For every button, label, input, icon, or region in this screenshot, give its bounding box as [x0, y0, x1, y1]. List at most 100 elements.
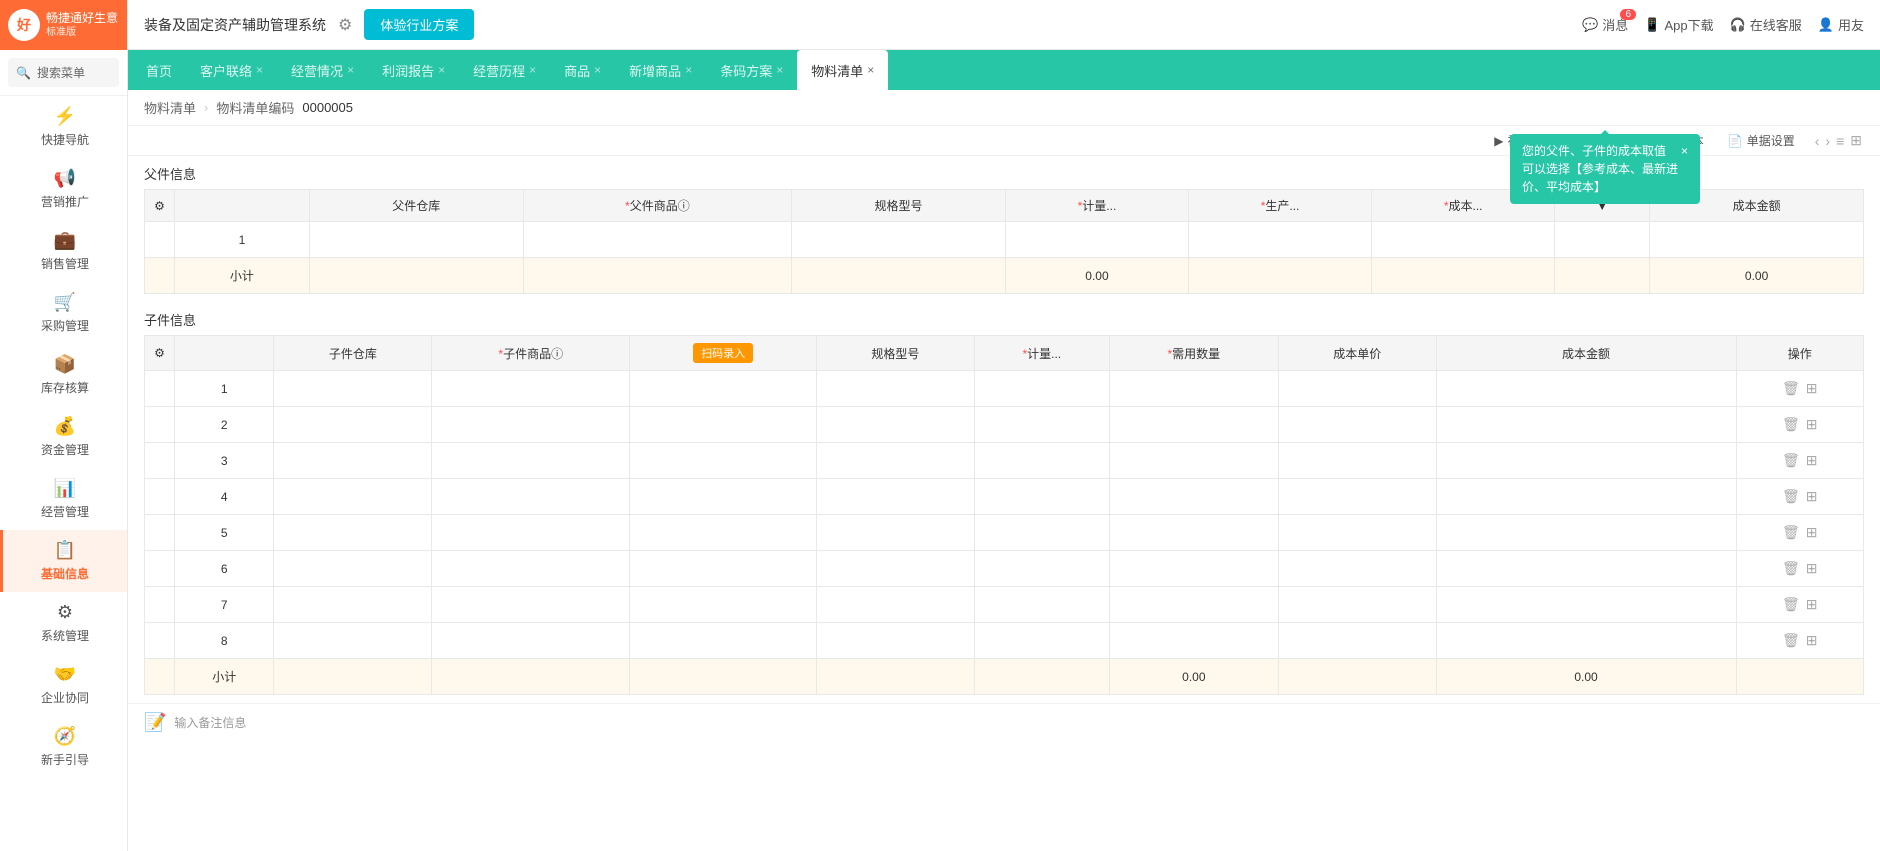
- nav-tab-close-2[interactable]: ×: [347, 63, 354, 77]
- child-row-unit[interactable]: [974, 515, 1109, 551]
- online-service-action[interactable]: 🎧 在线客服: [1730, 15, 1802, 34]
- delete-icon[interactable]: 🗑: [1782, 632, 1800, 649]
- nav-tab-close-3[interactable]: ×: [438, 63, 445, 77]
- nav-tab-8[interactable]: 物料清单 ×: [797, 50, 888, 90]
- child-row-qty[interactable]: [1109, 587, 1278, 623]
- scan-button[interactable]: 扫码录入: [693, 343, 753, 363]
- delete-icon[interactable]: 🗑: [1782, 452, 1800, 469]
- child-row-warehouse[interactable]: [274, 623, 432, 659]
- child-row-product[interactable]: [432, 371, 630, 407]
- message-action[interactable]: 💬 消息 6: [1582, 15, 1628, 34]
- sidebar-item-marketing[interactable]: 📢 营销推广: [0, 158, 127, 220]
- child-row-warehouse[interactable]: [274, 371, 432, 407]
- delete-icon[interactable]: 🗑: [1782, 380, 1800, 397]
- child-row-warehouse[interactable]: [274, 551, 432, 587]
- child-row-spec[interactable]: [817, 407, 975, 443]
- child-row-warehouse[interactable]: [274, 443, 432, 479]
- nav-tab-4[interactable]: 经营历程 ×: [459, 50, 550, 90]
- sidebar-item-purchase[interactable]: 🛒 采购管理: [0, 282, 127, 344]
- nav-tab-close-7[interactable]: ×: [776, 63, 783, 77]
- delete-icon[interactable]: 🗑: [1782, 488, 1800, 505]
- child-row-unit[interactable]: [974, 551, 1109, 587]
- child-row-spec[interactable]: [817, 479, 975, 515]
- search-menu-button[interactable]: 🔍 搜索菜单: [8, 58, 119, 87]
- copy-icon[interactable]: ⊞: [1806, 488, 1818, 505]
- copy-icon[interactable]: ⊞: [1806, 632, 1818, 649]
- nav-tab-0[interactable]: 首页: [132, 50, 186, 90]
- parent-row-spec[interactable]: [792, 222, 1006, 258]
- tooltip-close-button[interactable]: ×: [1681, 142, 1688, 160]
- child-row-unit[interactable]: [974, 623, 1109, 659]
- child-row-qty[interactable]: [1109, 407, 1278, 443]
- child-row-product[interactable]: [432, 515, 630, 551]
- copy-icon[interactable]: ⊞: [1806, 560, 1818, 577]
- nav-next-icon[interactable]: ›: [1823, 133, 1832, 149]
- sidebar-item-inventory[interactable]: 📦 库存核算: [0, 344, 127, 406]
- child-row-warehouse[interactable]: [274, 479, 432, 515]
- child-row-warehouse[interactable]: [274, 407, 432, 443]
- delete-icon[interactable]: 🗑: [1782, 596, 1800, 613]
- child-row-qty[interactable]: [1109, 551, 1278, 587]
- sidebar-item-basic-info[interactable]: 📋 基础信息: [0, 530, 127, 592]
- single-settings-button[interactable]: 📄 单据设置: [1722, 130, 1801, 151]
- nav-tab-close-4[interactable]: ×: [529, 63, 536, 77]
- child-row-product[interactable]: [432, 479, 630, 515]
- child-row-qty[interactable]: [1109, 443, 1278, 479]
- child-row-spec[interactable]: [817, 623, 975, 659]
- nav-tab-6[interactable]: 新增商品 ×: [615, 50, 706, 90]
- nav-tab-2[interactable]: 经营情况 ×: [277, 50, 368, 90]
- nav-tab-7[interactable]: 条码方案 ×: [706, 50, 797, 90]
- child-col-settings[interactable]: ⚙: [145, 336, 175, 371]
- sidebar-item-finance[interactable]: 💰 资金管理: [0, 406, 127, 468]
- nav-more-icon[interactable]: ≡: [1834, 133, 1846, 149]
- parent-row-warehouse[interactable]: [309, 222, 523, 258]
- parent-col-settings[interactable]: ⚙: [145, 190, 175, 222]
- copy-icon[interactable]: ⊞: [1806, 524, 1818, 541]
- nav-tab-close-6[interactable]: ×: [685, 63, 692, 77]
- app-download-action[interactable]: 📱 App下载: [1644, 15, 1713, 34]
- child-row-product[interactable]: [432, 551, 630, 587]
- child-row-unit[interactable]: [974, 407, 1109, 443]
- nav-tab-close-5[interactable]: ×: [594, 63, 601, 77]
- copy-icon[interactable]: ⊞: [1806, 380, 1818, 397]
- copy-icon[interactable]: ⊞: [1806, 596, 1818, 613]
- child-row-product[interactable]: [432, 407, 630, 443]
- nav-tab-close-8[interactable]: ×: [867, 63, 874, 77]
- sidebar-item-guide[interactable]: 🧭 新手引导: [0, 716, 127, 778]
- sidebar-item-system[interactable]: ⚙ 系统管理: [0, 592, 127, 654]
- child-row-product[interactable]: [432, 443, 630, 479]
- copy-icon[interactable]: ⊞: [1806, 452, 1818, 469]
- child-row-unit[interactable]: [974, 587, 1109, 623]
- copy-icon[interactable]: ⊞: [1806, 416, 1818, 433]
- child-row-spec[interactable]: [817, 551, 975, 587]
- child-row-qty[interactable]: [1109, 515, 1278, 551]
- child-row-spec[interactable]: [817, 371, 975, 407]
- delete-icon[interactable]: 🗑: [1782, 416, 1800, 433]
- child-row-spec[interactable]: [817, 587, 975, 623]
- child-row-unit[interactable]: [974, 371, 1109, 407]
- nav-tab-close-1[interactable]: ×: [256, 63, 263, 77]
- delete-icon[interactable]: 🗑: [1782, 524, 1800, 541]
- user-action[interactable]: 👤 用友: [1818, 15, 1864, 34]
- child-row-spec[interactable]: [817, 443, 975, 479]
- parent-row-product[interactable]: [523, 222, 792, 258]
- child-row-product[interactable]: [432, 623, 630, 659]
- child-row-spec[interactable]: [817, 515, 975, 551]
- child-row-qty[interactable]: [1109, 371, 1278, 407]
- parent-row-cost[interactable]: [1372, 222, 1555, 258]
- sidebar-item-sales[interactable]: 💼 销售管理: [0, 220, 127, 282]
- delete-icon[interactable]: 🗑: [1782, 560, 1800, 577]
- child-row-qty[interactable]: [1109, 479, 1278, 515]
- sidebar-item-quick-nav[interactable]: ⚡ 快捷导航: [0, 96, 127, 158]
- nav-tab-5[interactable]: 商品 ×: [550, 50, 615, 90]
- sidebar-item-enterprise[interactable]: 🤝 企业协同: [0, 654, 127, 716]
- nav-tab-3[interactable]: 利润报告 ×: [368, 50, 459, 90]
- sidebar-item-operations[interactable]: 📊 经营管理: [0, 468, 127, 530]
- nav-prev-icon[interactable]: ‹: [1813, 133, 1822, 149]
- nav-tab-1[interactable]: 客户联络 ×: [186, 50, 277, 90]
- child-row-unit[interactable]: [974, 479, 1109, 515]
- parent-row-production[interactable]: [1189, 222, 1372, 258]
- child-row-warehouse[interactable]: [274, 515, 432, 551]
- child-row-qty[interactable]: [1109, 623, 1278, 659]
- settings-icon[interactable]: ⚙: [338, 15, 352, 35]
